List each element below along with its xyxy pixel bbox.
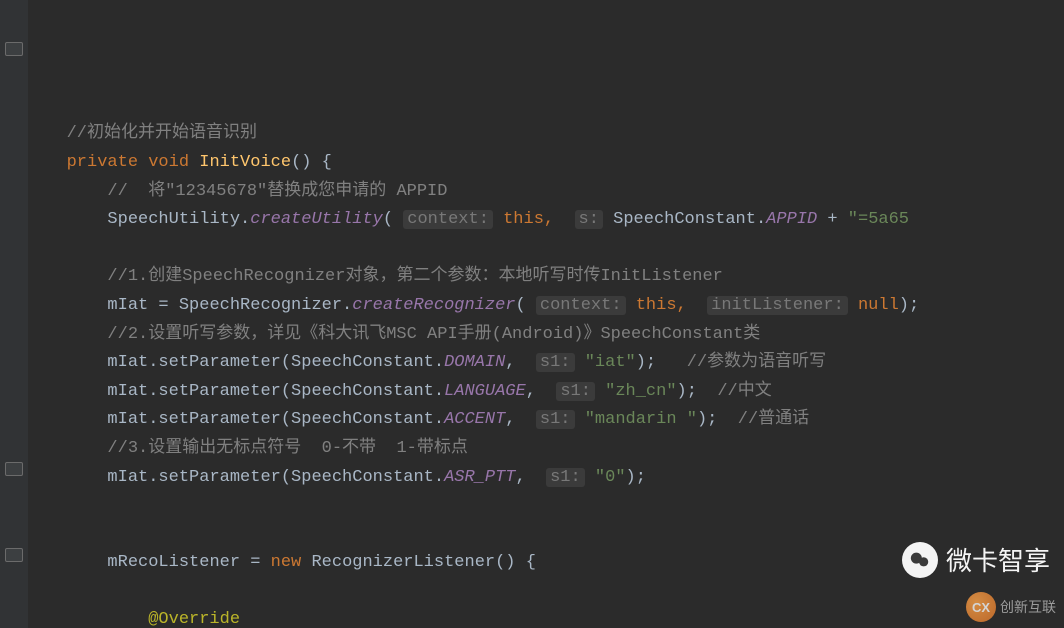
code-text bbox=[848, 296, 858, 315]
code-line: //3.设置输出无标点符号 0-不带 1-带标点 bbox=[36, 439, 468, 458]
editor-gutter bbox=[0, 0, 28, 628]
code-line: //2.设置听写参数，详见《科大讯飞MSC API手册(Android)》Spe… bbox=[36, 325, 760, 344]
code-text: this, bbox=[626, 296, 708, 315]
code-text: , bbox=[516, 468, 547, 487]
param-hint: context: bbox=[403, 210, 493, 229]
code-text: , bbox=[526, 382, 557, 401]
param-hint: context: bbox=[536, 296, 626, 315]
code-text: ( bbox=[516, 296, 536, 315]
code-text: , bbox=[505, 410, 536, 429]
code-text: ( bbox=[383, 210, 403, 229]
code-text: SpeechUtility. bbox=[107, 210, 250, 229]
code-text: ); bbox=[677, 382, 718, 401]
code-text: ); bbox=[626, 468, 646, 487]
param-hint: initListener: bbox=[707, 296, 848, 315]
code-line: //初始化并开始语音识别 bbox=[36, 124, 257, 143]
code-text: mIat = SpeechRecognizer. bbox=[107, 296, 352, 315]
code-line bbox=[36, 239, 46, 258]
comment: //普通话 bbox=[738, 410, 809, 429]
param-hint: s1: bbox=[536, 410, 575, 429]
gutter-icon[interactable] bbox=[5, 462, 23, 476]
method-call: createUtility bbox=[250, 210, 383, 229]
comment: //初始化并开始语音识别 bbox=[67, 124, 257, 143]
code-line bbox=[36, 496, 46, 515]
gutter-icon[interactable] bbox=[5, 42, 23, 56]
string: "zh_cn" bbox=[595, 382, 677, 401]
method-name: InitVoice bbox=[199, 153, 291, 172]
param-hint: s1: bbox=[536, 353, 575, 372]
code-line: SpeechUtility.createUtility( context: th… bbox=[36, 210, 909, 229]
code-text: mRecoListener = bbox=[107, 553, 270, 572]
comment: //1.创建SpeechRecognizer对象，第二个参数：本地听写时传Ini… bbox=[107, 267, 722, 286]
param-hint: s1: bbox=[556, 382, 595, 401]
code-text: ); bbox=[899, 296, 919, 315]
comment: //2.设置听写参数，详见《科大讯飞MSC API手册(Android)》Spe… bbox=[107, 325, 760, 344]
code-text: + bbox=[817, 210, 848, 229]
param-hint: s: bbox=[575, 210, 603, 229]
comment: //参数为语音听写 bbox=[687, 353, 826, 372]
annotation: @Override bbox=[148, 610, 240, 628]
comment: //3.设置输出无标点符号 0-不带 1-带标点 bbox=[107, 439, 467, 458]
comment: //中文 bbox=[717, 382, 771, 401]
code-line: mIat.setParameter(SpeechConstant.LANGUAG… bbox=[36, 382, 772, 401]
string: "mandarin " bbox=[575, 410, 697, 429]
code-line: mIat.setParameter(SpeechConstant.ASR_PTT… bbox=[36, 468, 646, 487]
comment: // 将"12345678"替换成您申请的 APPID bbox=[107, 182, 447, 201]
param-hint: s1: bbox=[546, 468, 585, 487]
field: APPID bbox=[766, 210, 817, 229]
field: ASR_PTT bbox=[444, 468, 515, 487]
code-text: mIat.setParameter(SpeechConstant. bbox=[107, 382, 444, 401]
field: ACCENT bbox=[444, 410, 505, 429]
code-text: mIat.setParameter(SpeechConstant. bbox=[107, 410, 444, 429]
code-line: mRecoListener = new RecognizerListener()… bbox=[36, 553, 536, 572]
code-text: , bbox=[505, 353, 536, 372]
field: LANGUAGE bbox=[444, 382, 526, 401]
code-line: mIat.setParameter(SpeechConstant.ACCENT,… bbox=[36, 410, 809, 429]
gutter-icon[interactable] bbox=[5, 548, 23, 562]
string: "iat" bbox=[575, 353, 636, 372]
code-text: SpeechConstant. bbox=[603, 210, 766, 229]
keyword: private bbox=[67, 153, 138, 172]
code-text: mIat.setParameter(SpeechConstant. bbox=[107, 468, 444, 487]
keyword: void bbox=[148, 153, 189, 172]
string: "=5a65 bbox=[848, 210, 909, 229]
string: "0" bbox=[585, 468, 626, 487]
keyword: new bbox=[271, 553, 302, 572]
method-call: createRecognizer bbox=[352, 296, 515, 315]
field: DOMAIN bbox=[444, 353, 505, 372]
code-line: private void InitVoice() { bbox=[36, 153, 332, 172]
code-line: // 将"12345678"替换成您申请的 APPID bbox=[36, 182, 447, 201]
wechat-icon bbox=[902, 542, 938, 578]
watermark-text: 创新互联 bbox=[1000, 597, 1056, 617]
code-line: //1.创建SpeechRecognizer对象，第二个参数：本地听写时传Ini… bbox=[36, 267, 723, 286]
code-text: mIat.setParameter(SpeechConstant. bbox=[107, 353, 444, 372]
code-line bbox=[36, 582, 46, 601]
code-editor[interactable]: //初始化并开始语音识别 private void InitVoice() { … bbox=[0, 0, 1064, 628]
code-line: @Override bbox=[36, 610, 240, 628]
code-text: ); bbox=[636, 353, 687, 372]
code-text: ); bbox=[697, 410, 738, 429]
code-line: mIat = SpeechRecognizer.createRecognizer… bbox=[36, 296, 919, 315]
watermark-brand: CX 创新互联 bbox=[966, 592, 1056, 622]
watermark-text: 微卡智享 bbox=[946, 541, 1050, 578]
keyword: null bbox=[858, 296, 899, 315]
brand-icon: CX bbox=[966, 592, 996, 622]
code-text: RecognizerListener() { bbox=[301, 553, 536, 572]
watermark-wechat: 微卡智享 bbox=[902, 541, 1050, 578]
code-text: this, bbox=[493, 210, 575, 229]
code-line bbox=[36, 525, 46, 544]
code-line: mIat.setParameter(SpeechConstant.DOMAIN,… bbox=[36, 353, 826, 372]
code-text: () { bbox=[291, 153, 332, 172]
